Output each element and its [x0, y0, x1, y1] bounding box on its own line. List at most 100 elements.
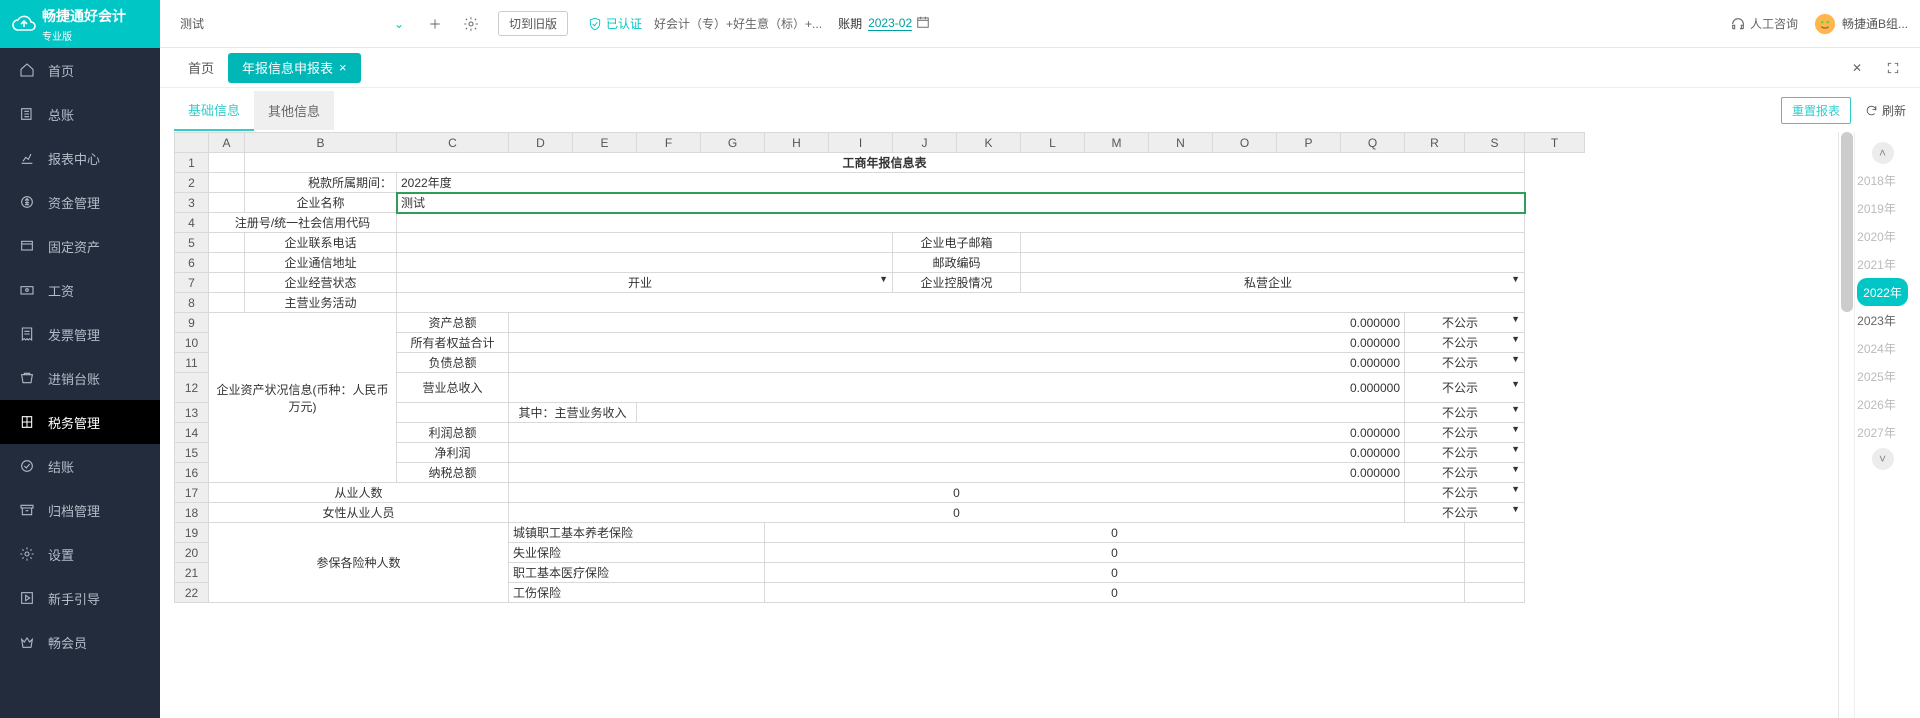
row-header-18[interactable]: 18 — [175, 503, 209, 523]
col-header-I[interactable]: I — [829, 133, 893, 153]
period-value[interactable]: 2023-02 — [868, 16, 912, 31]
cell[interactable] — [1465, 583, 1525, 603]
year-2018年[interactable]: 2018年 — [1857, 166, 1908, 194]
ins-label[interactable]: 工伤保险 — [509, 583, 765, 603]
reset-button[interactable]: 重置报表 — [1781, 97, 1851, 124]
row-header-21[interactable]: 21 — [175, 563, 209, 583]
fullscreen-icon[interactable] — [1880, 55, 1906, 81]
col-header-F[interactable]: F — [637, 133, 701, 153]
cell[interactable] — [209, 233, 245, 253]
tab-home[interactable]: 首页 — [174, 53, 228, 83]
disclosure[interactable]: 不公示 — [1405, 443, 1525, 463]
ins-label[interactable]: 职工基本医疗保险 — [509, 563, 765, 583]
disclosure[interactable]: 不公示 — [1405, 373, 1525, 403]
asset-value[interactable]: 0.000000 — [509, 443, 1405, 463]
disclosure[interactable]: 不公示 — [1405, 353, 1525, 373]
year-down-icon[interactable]: ˅ — [1872, 448, 1894, 470]
asset-label[interactable]: 负债总额 — [397, 353, 509, 373]
year-2027年[interactable]: 2027年 — [1857, 418, 1908, 446]
tax-period-value[interactable]: 2022年度 — [397, 173, 1525, 193]
row-header-3[interactable]: 3 — [175, 193, 209, 213]
disclosure[interactable]: 不公示 — [1405, 313, 1525, 333]
tax-period-label[interactable]: 税款所属期间： — [245, 173, 397, 193]
asset-value[interactable]: 0.000000 — [509, 373, 1405, 403]
row-header-9[interactable]: 9 — [175, 313, 209, 333]
sidebar-item-home[interactable]: 首页 — [0, 48, 160, 92]
row-header-16[interactable]: 16 — [175, 463, 209, 483]
value-status[interactable]: 开业 — [397, 273, 893, 293]
add-icon[interactable] — [422, 11, 448, 37]
col-header-M[interactable]: M — [1085, 133, 1149, 153]
asset-label[interactable]: 营业总收入 — [397, 373, 509, 403]
label-assets-section[interactable]: 企业资产状况信息(币种：人民币万元) — [209, 313, 397, 483]
cell[interactable] — [1465, 543, 1525, 563]
col-header-T[interactable]: T — [1525, 133, 1585, 153]
row-header-6[interactable]: 6 — [175, 253, 209, 273]
asset-label[interactable]: 净利润 — [397, 443, 509, 463]
label-employees[interactable]: 从业人数 — [209, 483, 509, 503]
value-mainbiz[interactable] — [397, 293, 1525, 313]
sidebar-item-close-acct[interactable]: 结账 — [0, 444, 160, 488]
col-header-N[interactable]: N — [1149, 133, 1213, 153]
sidebar-item-member[interactable]: 畅会员 — [0, 620, 160, 664]
col-header-C[interactable]: C — [397, 133, 509, 153]
gear-icon[interactable] — [458, 11, 484, 37]
sidebar-item-guide[interactable]: 新手引导 — [0, 576, 160, 620]
sidebar-item-chart[interactable]: 报表中心 — [0, 136, 160, 180]
year-2022年[interactable]: 2022年 — [1857, 278, 1908, 306]
asset-value[interactable]: 0.000000 — [509, 423, 1405, 443]
label-postal[interactable]: 邮政编码 — [893, 253, 1021, 273]
sidebar-item-stock[interactable]: 进销台账 — [0, 356, 160, 400]
label-status[interactable]: 企业经营状态 — [245, 273, 397, 293]
row-header-22[interactable]: 22 — [175, 583, 209, 603]
company-select[interactable]: 测试 ⌄ — [172, 10, 412, 38]
asset-label[interactable]: 资产总额 — [397, 313, 509, 333]
close-icon[interactable]: × — [339, 60, 347, 75]
col-header-B[interactable]: B — [245, 133, 397, 153]
asset-value[interactable]: 0.000000 — [509, 313, 1405, 333]
year-2021年[interactable]: 2021年 — [1857, 250, 1908, 278]
sidebar-item-archive[interactable]: 归档管理 — [0, 488, 160, 532]
switch-old-button[interactable]: 切到旧版 — [498, 11, 568, 36]
label-female[interactable]: 女性从业人员 — [209, 503, 509, 523]
disclosure[interactable]: 不公示 — [1405, 423, 1525, 443]
year-2023年[interactable]: 2023年 — [1857, 306, 1908, 334]
cell[interactable] — [209, 293, 245, 313]
col-header-D[interactable]: D — [509, 133, 573, 153]
spreadsheet[interactable]: ABCDEFGHIJKLMNOPQRST1工商年报信息表2税款所属期间：2022… — [174, 132, 1838, 718]
cell[interactable] — [209, 153, 245, 173]
disclosure[interactable]: 不公示 — [1405, 503, 1525, 523]
asset-value[interactable]: 0.000000 — [509, 353, 1405, 373]
col-header-E[interactable]: E — [573, 133, 637, 153]
vertical-scrollbar[interactable] — [1838, 132, 1854, 718]
label-mainbiz[interactable]: 主营业务活动 — [245, 293, 397, 313]
col-header-L[interactable]: L — [1021, 133, 1085, 153]
ins-value[interactable]: 0 — [765, 583, 1465, 603]
label-holding[interactable]: 企业控股情况 — [893, 273, 1021, 293]
row-header-4[interactable]: 4 — [175, 213, 209, 233]
sidebar-item-asset[interactable]: 固定资产 — [0, 224, 160, 268]
sidebar-item-invoice[interactable]: 发票管理 — [0, 312, 160, 356]
row-header-1[interactable]: 1 — [175, 153, 209, 173]
sidebar-item-tax[interactable]: 税务管理 — [0, 400, 160, 444]
label-phone[interactable]: 企业联系电话 — [245, 233, 397, 253]
row-header-15[interactable]: 15 — [175, 443, 209, 463]
calendar-icon[interactable] — [916, 15, 930, 32]
value-holding[interactable]: 私营企业 — [1021, 273, 1525, 293]
label-reg-code[interactable]: 注册号/统一社会信用代码 — [209, 213, 397, 233]
col-header-G[interactable]: G — [701, 133, 765, 153]
year-2020年[interactable]: 2020年 — [1857, 222, 1908, 250]
corner-cell[interactable] — [175, 133, 209, 153]
label-company-name[interactable]: 企业名称 — [245, 193, 397, 213]
row-header-14[interactable]: 14 — [175, 423, 209, 443]
col-header-O[interactable]: O — [1213, 133, 1277, 153]
sheet-title[interactable]: 工商年报信息表 — [245, 153, 1525, 173]
value-employees[interactable]: 0 — [509, 483, 1405, 503]
value-postal[interactable] — [1021, 253, 1525, 273]
row-header-10[interactable]: 10 — [175, 333, 209, 353]
col-header-J[interactable]: J — [893, 133, 957, 153]
row-header-20[interactable]: 20 — [175, 543, 209, 563]
sidebar-item-salary[interactable]: 工资 — [0, 268, 160, 312]
label-address[interactable]: 企业通信地址 — [245, 253, 397, 273]
value-female[interactable]: 0 — [509, 503, 1405, 523]
